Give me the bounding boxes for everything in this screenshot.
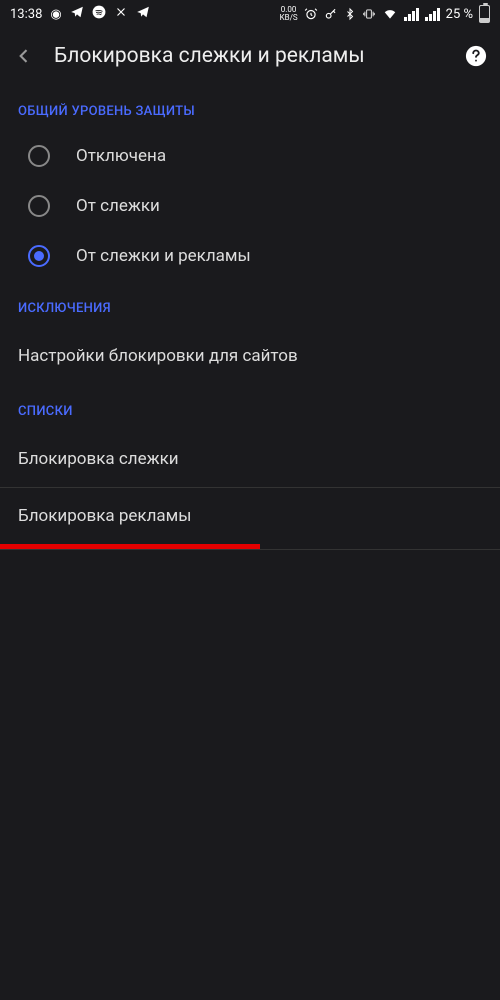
back-button[interactable] — [12, 44, 36, 68]
section-lists: СПИСКИ — [0, 384, 500, 431]
telegram-icon — [70, 5, 84, 23]
status-time: 13:38 — [10, 7, 42, 22]
section-exceptions: ИСКЛЮЧЕНИЯ — [0, 281, 500, 328]
radio-icon — [28, 195, 50, 217]
bluetooth-icon — [344, 7, 356, 21]
radio-icon — [28, 145, 50, 167]
radio-label: От слежки — [76, 196, 160, 216]
telegram-icon-2 — [136, 5, 150, 23]
row-tracking-block[interactable]: Блокировка слежки — [0, 431, 500, 487]
key-icon — [324, 7, 338, 21]
spotify-icon — [92, 5, 106, 23]
help-button[interactable] — [464, 44, 488, 68]
signal-icon-2 — [425, 7, 440, 21]
battery-pct: 25 % — [446, 7, 473, 22]
divider — [0, 549, 500, 550]
radio-tracking-ads[interactable]: От слежки и рекламы — [0, 231, 500, 281]
row-site-settings[interactable]: Настройки блокировки для сайтов — [0, 328, 500, 384]
app-header: Блокировка слежки и рекламы — [0, 28, 500, 84]
status-bar: 13:38 ◉ 0.00KB/S 25 % — [0, 0, 500, 28]
battery-icon — [479, 5, 490, 23]
signal-icon-1 — [404, 7, 419, 21]
vibrate-icon — [362, 7, 376, 21]
page-title: Блокировка слежки и рекламы — [54, 44, 446, 68]
radio-tracking[interactable]: От слежки — [0, 181, 500, 231]
pinwheel-icon — [114, 5, 128, 23]
wifi-icon — [382, 7, 398, 21]
net-speed-icon: 0.00KB/S — [280, 6, 298, 22]
alarm-icon — [304, 7, 318, 21]
radio-label: Отключена — [76, 146, 166, 166]
radio-label: От слежки и рекламы — [76, 246, 251, 266]
row-ad-block[interactable]: Блокировка рекламы — [0, 488, 500, 544]
section-protection-level: ОБЩИЙ УРОВЕНЬ ЗАЩИТЫ — [0, 84, 500, 131]
radio-off[interactable]: Отключена — [0, 131, 500, 181]
record-icon: ◉ — [50, 7, 61, 22]
radio-icon-selected — [28, 245, 50, 267]
